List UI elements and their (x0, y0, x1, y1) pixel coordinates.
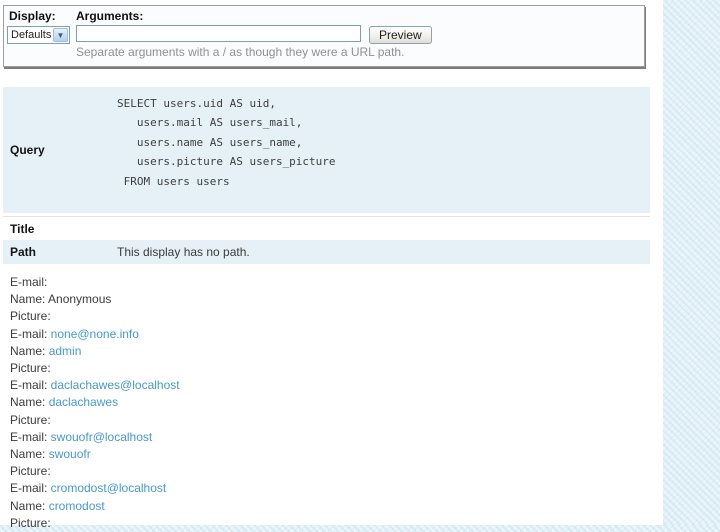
result-field-line: Picture: (10, 360, 650, 377)
field-label: Picture: (10, 412, 55, 427)
result-field-line: E-mail: none@none.info (10, 326, 650, 343)
preview-button[interactable]: Preview (369, 26, 432, 44)
result-field-line: E-mail: cromodost@localhost (10, 480, 650, 497)
path-row: Path This display has no path. (3, 240, 650, 264)
path-row-label: Path (10, 245, 37, 259)
result-field-line: Picture: (10, 463, 650, 480)
query-row-label: Query (10, 143, 45, 157)
field-label: Picture: (10, 309, 55, 324)
field-value-link[interactable]: admin (49, 344, 82, 358)
field-value: Anonymous (48, 292, 112, 307)
field-label: Name: (10, 343, 49, 358)
result-field-line: E-mail: swouofr@localhost (10, 429, 650, 446)
field-value-link[interactable]: cromodost@localhost (51, 481, 167, 495)
title-row: Title (3, 216, 650, 240)
result-field-line: E-mail: daclachawes@localhost (10, 377, 650, 394)
field-value-link[interactable]: daclachawes (49, 395, 118, 409)
field-label: Picture: (10, 464, 55, 479)
field-value-link[interactable]: cromodost (49, 499, 105, 513)
field-value-link[interactable]: swouofr (49, 447, 91, 461)
arguments-label: Arguments: (76, 9, 144, 23)
result-field-line: Name: cromodost (10, 498, 650, 515)
field-value-link[interactable]: swouofr@localhost (51, 430, 153, 444)
field-value-link[interactable]: daclachawes@localhost (51, 378, 180, 392)
path-row-value: This display has no path. (117, 245, 250, 259)
title-row-label: Title (10, 221, 35, 236)
field-label: E-mail: (10, 481, 51, 496)
result-field-line: Name: daclachawes (10, 394, 650, 411)
field-label: Picture: (10, 515, 55, 530)
field-label: Name: (10, 292, 49, 307)
view-summary-table: Query SELECT users.uid AS uid, users.mai… (3, 87, 650, 264)
result-field-line: E-mail: (10, 274, 650, 291)
result-field-line: Name: admin (10, 343, 650, 360)
result-field-line: Picture: (10, 412, 650, 429)
result-field-line: Name: Anonymous (10, 291, 650, 308)
results-list: E-mail: Name: Anonymous Picture: E-mail: … (0, 274, 650, 532)
field-label: Picture: (10, 361, 55, 376)
display-select[interactable]: Defaults ▼ (7, 26, 70, 44)
arguments-help-text: Separate arguments with a / as though th… (76, 45, 405, 59)
preview-arguments-fieldset: Display: Defaults ▼ Arguments: Preview S… (3, 5, 645, 67)
query-row: Query SELECT users.uid AS uid, users.mai… (3, 87, 650, 213)
chevron-down-icon: ▼ (53, 28, 68, 42)
field-label: Name: (10, 395, 49, 410)
result-field-line: Name: swouofr (10, 446, 650, 463)
content-area: Display: Defaults ▼ Arguments: Preview S… (0, 0, 663, 530)
field-label: E-mail: (10, 378, 51, 393)
title-row-value (117, 217, 650, 240)
field-label: E-mail: (10, 275, 51, 289)
display-label: Display: (9, 9, 56, 23)
arguments-input[interactable] (76, 25, 361, 42)
field-value-link[interactable]: none@none.info (51, 327, 139, 341)
field-label: Name: (10, 498, 49, 513)
query-sql: SELECT users.uid AS uid, users.mail AS u… (117, 97, 336, 188)
field-label: E-mail: (10, 429, 51, 444)
result-field-line: Picture: (10, 308, 650, 325)
field-label: E-mail: (10, 326, 51, 341)
display-select-value: Defaults (11, 29, 52, 41)
field-label: Name: (10, 447, 49, 462)
result-field-line: Picture: (10, 515, 650, 532)
